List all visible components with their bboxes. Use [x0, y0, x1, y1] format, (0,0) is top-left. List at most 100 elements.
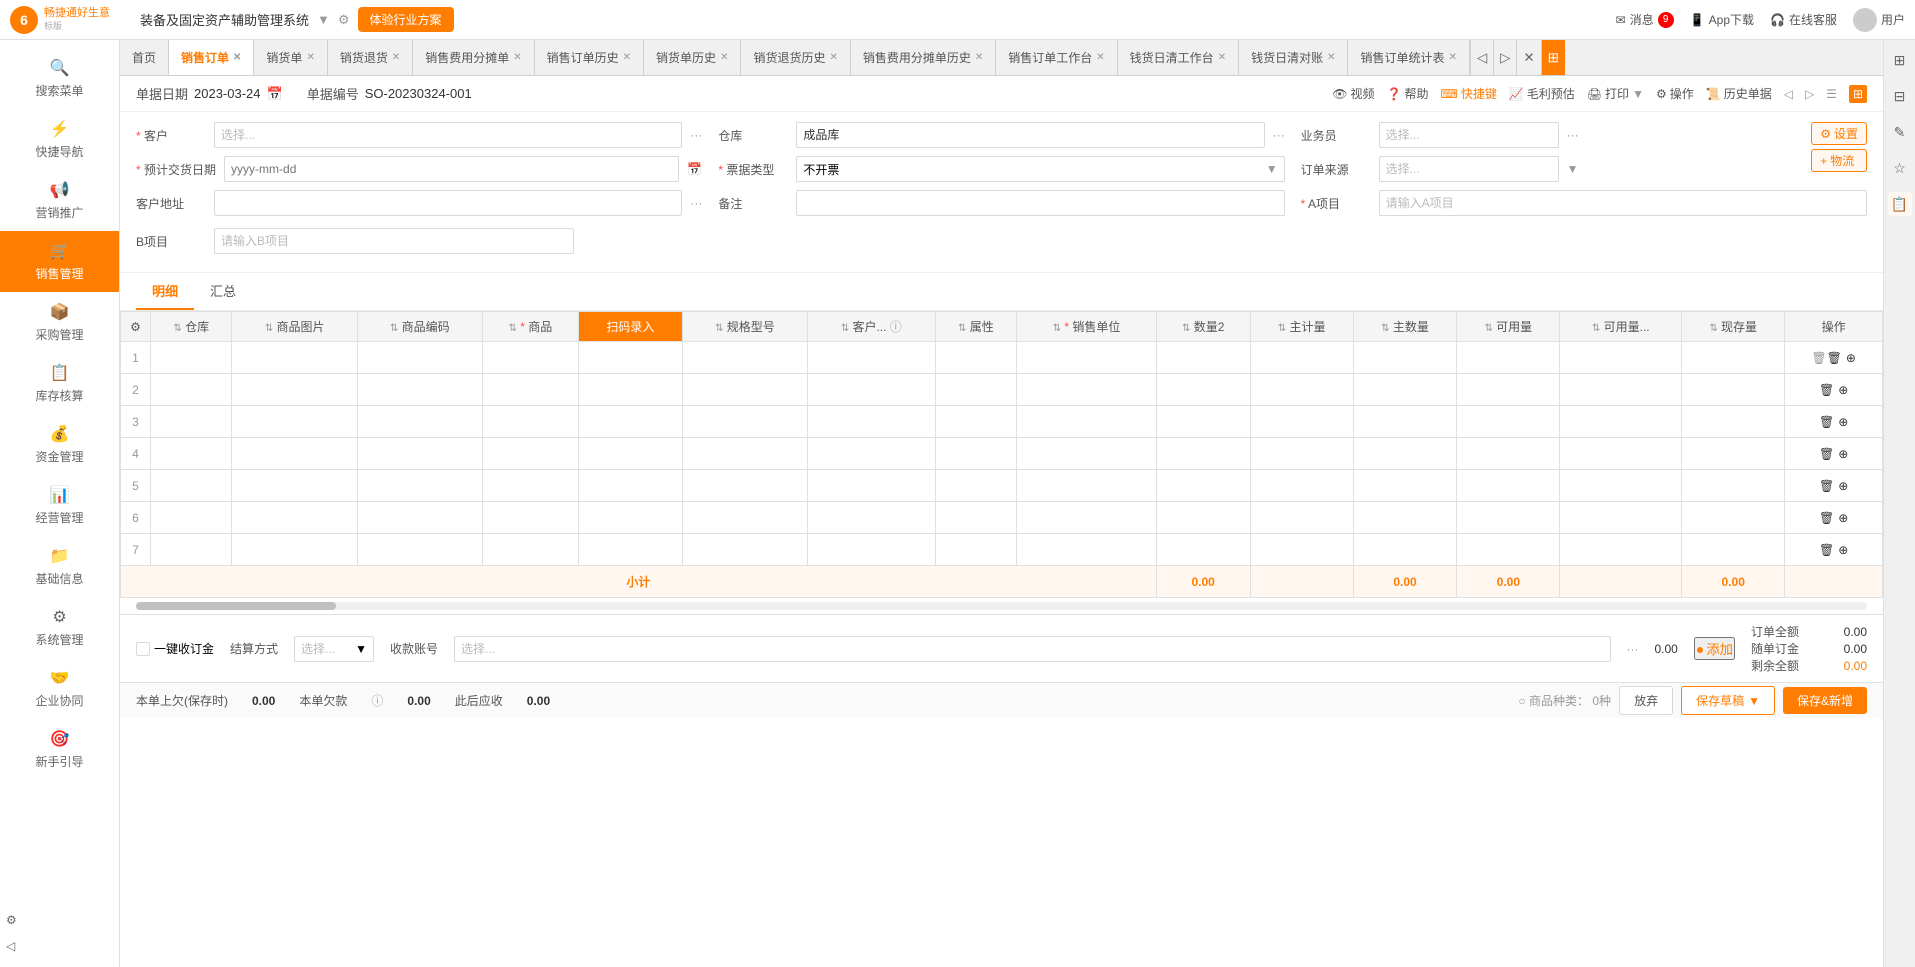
row-1-img[interactable] [232, 342, 357, 374]
tab-sales-summary-close-icon[interactable]: ✕ [1449, 52, 1457, 63]
row-2-spec[interactable] [682, 374, 807, 406]
tab-sales-return-history-close-icon[interactable]: ✕ [829, 52, 837, 63]
sidebar-item-search[interactable]: 🔍 搜索菜单 [0, 48, 119, 109]
detail-tab-summary[interactable]: 汇总 [194, 273, 252, 310]
customer-code-info-icon[interactable]: ⓘ [890, 320, 902, 334]
th-main-qty[interactable]: ⇅ 主数量 [1353, 312, 1456, 342]
sidebar-item-purchase[interactable]: 📦 采购管理 [0, 292, 119, 353]
tab-expand-button[interactable]: ⊞ [1541, 40, 1565, 76]
sidebar-item-finance[interactable]: 💰 资金管理 [0, 414, 119, 475]
scroll-thumb[interactable] [136, 602, 336, 610]
one-click-checkbox-box[interactable] [136, 642, 150, 656]
tab-sales-order-workbench-close-icon[interactable]: ✕ [1096, 52, 1104, 63]
profit-forecast-button[interactable]: 📈 毛利预估 [1509, 85, 1575, 102]
view-button[interactable]: 👁 视频 [1332, 85, 1374, 102]
th-available2[interactable]: ⇅ 可用量... [1560, 312, 1682, 342]
address-more-icon[interactable]: ··· [690, 196, 702, 210]
row-2-code[interactable] [357, 374, 482, 406]
settings-gear-icon[interactable]: ⚙ [338, 12, 350, 28]
message-button[interactable]: ✉ 消息 9 [1616, 11, 1674, 28]
right-panel-icon-3[interactable]: ✎ [1888, 120, 1912, 144]
tab-sales-return-close-icon[interactable]: ✕ [392, 52, 400, 63]
tab-sales-order-history-close-icon[interactable]: ✕ [623, 52, 631, 63]
row-1-stock[interactable] [1682, 342, 1785, 374]
th-scan[interactable]: 扫码录入 [578, 312, 682, 342]
row-3-delete-icon[interactable]: 🗑 [1819, 415, 1834, 429]
row-2-delete-icon[interactable]: 🗑 [1819, 383, 1834, 397]
operation-button[interactable]: ⚙ 操作 [1656, 85, 1694, 102]
row-2-scan[interactable] [578, 374, 682, 406]
bank-account-input[interactable]: 选择... [454, 636, 1610, 662]
th-main-unit[interactable]: ⇅ 主计量 [1250, 312, 1353, 342]
delivery-calendar-icon[interactable]: 📅 [687, 162, 702, 176]
agent-input[interactable]: 选择... [1379, 122, 1559, 148]
sidebar-item-base[interactable]: 📁 基础信息 [0, 536, 119, 597]
row-7-delete-icon[interactable]: 🗑 [1819, 543, 1834, 557]
delivery-date-input[interactable] [224, 156, 679, 182]
row-1-code[interactable] [357, 342, 482, 374]
save-draft-arrow-icon[interactable]: ▼ [1748, 694, 1760, 708]
tab-home[interactable]: 首页 [120, 40, 169, 76]
right-panel-icon-1[interactable]: ⊞ [1888, 48, 1912, 72]
tab-prev-button[interactable]: ◁ [1470, 40, 1493, 76]
grid-view-icon[interactable]: ⊞ [1849, 85, 1867, 103]
tab-sales-order-workbench[interactable]: 销售订单工作台 ✕ [996, 40, 1117, 76]
address-input[interactable] [214, 190, 682, 216]
th-product[interactable]: ⇅ 商品 [482, 312, 578, 342]
tab-sales-summary[interactable]: 销售订单统计表 ✕ [1348, 40, 1469, 76]
th-customer-code[interactable]: ⇅ 客户... ⓘ [807, 312, 935, 342]
dropdown-arrow-icon[interactable]: ▼ [317, 12, 330, 27]
th-stock[interactable]: ⇅ 现存量 [1682, 312, 1785, 342]
sidebar-item-marketing[interactable]: 📢 营销推广 [0, 170, 119, 231]
row-1-main-unit[interactable] [1250, 342, 1353, 374]
discard-button[interactable]: 放弃 [1619, 686, 1673, 715]
tab-cash-daily-workbench[interactable]: 钱货日清工作台 ✕ [1118, 40, 1239, 76]
row-5-delete-icon[interactable]: 🗑 [1819, 479, 1834, 493]
row-2-available2[interactable] [1560, 374, 1682, 406]
user-button[interactable]: 用户 [1853, 8, 1905, 32]
sidebar-item-operations[interactable]: 📊 经营管理 [0, 475, 119, 536]
row-4-delete-icon[interactable]: 🗑 [1819, 447, 1834, 461]
remark-input[interactable] [796, 190, 1284, 216]
right-panel-icon-5[interactable]: 📋 [1888, 192, 1912, 216]
tab-sales-fee-history[interactable]: 销售费用分摊单历史 ✕ [851, 40, 996, 76]
b-project-input[interactable]: 请输入B项目 [214, 228, 574, 254]
sidebar-item-quicknav[interactable]: ⚡ 快捷导航 [0, 109, 119, 170]
row-1-unit[interactable] [1017, 342, 1157, 374]
tab-sales-fee-split-close-icon[interactable]: ✕ [513, 52, 521, 63]
row-2-product[interactable] [482, 374, 578, 406]
row-2-main-qty[interactable] [1353, 374, 1456, 406]
row-1-delete-icon[interactable]: 🗑 [1811, 351, 1841, 365]
agent-more-icon[interactable]: ··· [1567, 128, 1579, 142]
row-1-available[interactable] [1457, 342, 1560, 374]
right-panel-icon-2[interactable]: ⊟ [1888, 84, 1912, 108]
tab-close-all-button[interactable]: ✕ [1516, 40, 1540, 76]
row-3-warehouse[interactable] [151, 406, 232, 438]
sidebar-item-guide[interactable]: 🎯 新手引导 [0, 719, 119, 780]
online-service-button[interactable]: 🎧 在线客服 [1770, 11, 1837, 28]
tab-sales-return-history[interactable]: 销货退货历史 ✕ [741, 40, 850, 76]
help-button[interactable]: ❓ 帮助 [1387, 85, 1429, 102]
sidebar-item-enterprise[interactable]: 🤝 企业协同 [0, 658, 119, 719]
row-2-copy-icon[interactable]: ⊕ [1838, 383, 1848, 397]
current-owe-info-icon[interactable]: ⓘ [371, 692, 383, 709]
warehouse-more-icon[interactable]: ··· [1273, 128, 1285, 142]
row-1-customer-code[interactable] [807, 342, 935, 374]
tab-sales-order[interactable]: 销售订单 ✕ [169, 40, 254, 76]
customer-input[interactable]: 选择... [214, 122, 682, 148]
sidebar-collapse-button[interactable]: ◁ [0, 933, 119, 959]
row-6-copy-icon[interactable]: ⊕ [1838, 511, 1848, 525]
table-scrollbar[interactable] [120, 602, 1883, 610]
tab-sales-order-history[interactable]: 销售订单历史 ✕ [535, 40, 644, 76]
row-1-scan[interactable] [578, 342, 682, 374]
calendar-icon[interactable]: 📅 [267, 86, 283, 102]
row-1-main-qty[interactable] [1353, 342, 1456, 374]
row-3-copy-icon[interactable]: ⊕ [1838, 415, 1848, 429]
th-settings[interactable]: ⚙ [121, 312, 151, 342]
row-2-img[interactable] [232, 374, 357, 406]
th-product-img[interactable]: ⇅ 商品图片 [232, 312, 357, 342]
row-4-copy-icon[interactable]: ⊕ [1838, 447, 1848, 461]
tab-cash-daily-reconcile-close-icon[interactable]: ✕ [1327, 52, 1335, 63]
bank-account-more-icon[interactable]: ··· [1627, 642, 1639, 656]
th-qty2[interactable]: ⇅ 数量2 [1156, 312, 1250, 342]
